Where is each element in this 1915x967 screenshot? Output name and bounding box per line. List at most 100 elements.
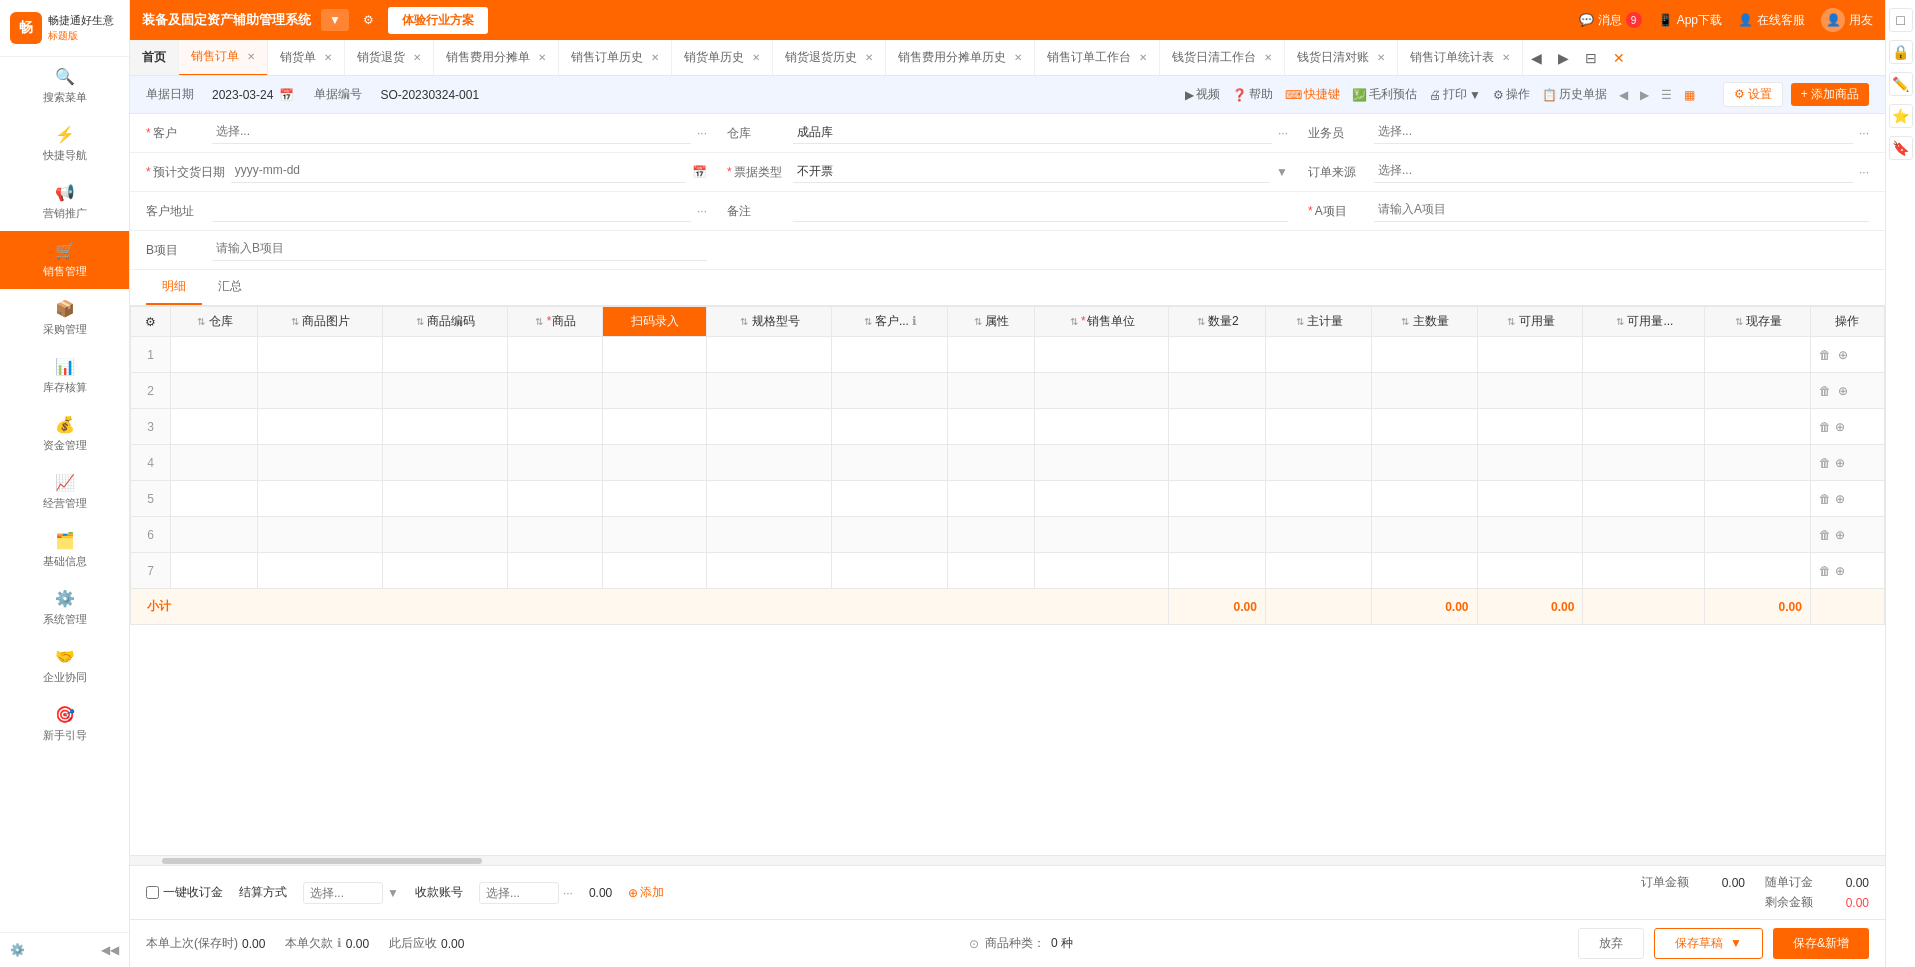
help-link[interactable]: ❓ 帮助 [1232, 86, 1273, 103]
save-draft-button[interactable]: 保存草稿 ▼ [1654, 928, 1763, 959]
invoice-type-value[interactable]: 不开票 [793, 161, 1270, 183]
remarks-input[interactable] [797, 202, 1284, 216]
tab-invoice-history-close[interactable]: ✕ [752, 52, 760, 63]
row-current-1[interactable] [1705, 337, 1811, 373]
column-settings-icon[interactable]: ⚙ [145, 315, 156, 329]
copy-icon-6[interactable]: ⊕ [1835, 528, 1845, 542]
sort-icon-unit[interactable]: ⇅ [1070, 316, 1078, 327]
tab-sales-expense-close[interactable]: ✕ [538, 52, 546, 63]
row-code-1[interactable] [382, 337, 507, 373]
topbar-gear-icon[interactable]: ⚙ [359, 9, 378, 31]
sidebar-item-sales[interactable]: 🛒 销售管理 [0, 231, 129, 289]
delete-icon-7[interactable]: 🗑 [1819, 564, 1831, 578]
tab-sales-invoice-close[interactable]: ✕ [324, 52, 332, 63]
sidebar-item-guide[interactable]: 🎯 新手引导 [0, 695, 129, 753]
order-source-value[interactable] [1374, 161, 1853, 183]
row-code-2[interactable] [382, 373, 507, 409]
sort-icon-custcode[interactable]: ⇅ [864, 316, 872, 327]
tab-sales-stats-close[interactable]: ✕ [1502, 52, 1510, 63]
sidebar-item-enterprise[interactable]: 🤝 企业协同 [0, 637, 129, 695]
col-settings[interactable]: ⚙ [131, 307, 171, 337]
tab-invoice-history[interactable]: 销货单历史 ✕ [672, 40, 773, 76]
collection-more-icon[interactable]: ··· [563, 886, 573, 900]
tab-home[interactable]: 首页 [130, 40, 179, 76]
warehouse-more-icon[interactable]: ··· [1278, 126, 1288, 140]
calendar-icon[interactable]: 📅 [279, 88, 294, 102]
row-qty2-1[interactable] [1168, 337, 1265, 373]
sort-icon-avail2[interactable]: ⇅ [1616, 316, 1624, 327]
remarks-value[interactable] [793, 200, 1288, 222]
delete-icon-6[interactable]: 🗑 [1819, 528, 1831, 542]
delete-icon-4[interactable]: 🗑 [1819, 456, 1831, 470]
row-attrs-1[interactable] [947, 337, 1034, 373]
sidebar-item-search[interactable]: 🔍 搜索菜单 [0, 57, 129, 115]
invoice-type-dropdown-icon[interactable]: ▼ [1276, 165, 1288, 179]
tab-expense-history-close[interactable]: ✕ [1014, 52, 1022, 63]
sort-icon-product[interactable]: ⇅ [535, 316, 543, 327]
delete-icon-3[interactable]: 🗑 [1819, 420, 1831, 434]
row-image-1[interactable] [257, 337, 382, 373]
tab-return-history-close[interactable]: ✕ [865, 52, 873, 63]
warehouse-value[interactable]: 成品库 [793, 122, 1272, 144]
row-unit-1[interactable] [1034, 337, 1168, 373]
collapse-icon[interactable]: ◀◀ [101, 943, 119, 957]
right-tool-3[interactable]: ✏️ [1889, 72, 1913, 96]
tab-sales-expense[interactable]: 销售费用分摊单 ✕ [434, 40, 559, 76]
salesperson-input[interactable] [1378, 124, 1849, 138]
sort-icon-code[interactable]: ⇅ [416, 316, 424, 327]
customer-address-value[interactable] [212, 200, 691, 222]
a-project-input[interactable] [1378, 202, 1865, 216]
address-more-icon[interactable]: ··· [697, 204, 707, 218]
row-custcode-1[interactable] [831, 337, 947, 373]
tab-order-workbench-close[interactable]: ✕ [1139, 52, 1147, 63]
copy-icon-1[interactable]: ⊕ [1838, 348, 1848, 362]
tab-prev-btn[interactable]: ◀ [1523, 40, 1550, 76]
row-avail2-2[interactable] [1583, 373, 1705, 409]
grid-view-icon[interactable]: ▦ [1684, 88, 1695, 102]
right-tool-4[interactable]: ⭐ [1889, 104, 1913, 128]
operate-link[interactable]: ⚙ 操作 [1493, 86, 1530, 103]
order-source-input[interactable] [1378, 163, 1849, 177]
sidebar-item-finance[interactable]: 💰 资金管理 [0, 405, 129, 463]
sidebar-item-purchase[interactable]: 📦 采购管理 [0, 289, 129, 347]
tab-daily-workbench-close[interactable]: ✕ [1264, 52, 1272, 63]
shortcut-link[interactable]: ⌨ 快捷键 [1285, 86, 1340, 103]
sort-icon-warehouse[interactable]: ⇅ [197, 316, 205, 327]
right-tool-5[interactable]: 🔖 [1889, 136, 1913, 160]
row-mainqty-1[interactable] [1371, 337, 1477, 373]
tab-sales-stats[interactable]: 销售订单统计表 ✕ [1398, 40, 1523, 76]
row-unit-2[interactable] [1034, 373, 1168, 409]
payment-method-input[interactable] [303, 882, 383, 904]
right-tool-1[interactable]: □ [1889, 8, 1913, 32]
collection-account-input[interactable] [479, 882, 559, 904]
tab-sales-order-close[interactable]: ✕ [247, 51, 255, 62]
auto-collection-checkbox[interactable]: 一键收订金 [146, 884, 223, 901]
row-warehouse-2[interactable] [171, 373, 258, 409]
sidebar-item-quicknav[interactable]: ⚡ 快捷导航 [0, 115, 129, 173]
app-download-item[interactable]: 📱 App下载 [1658, 12, 1722, 29]
online-service-item[interactable]: 👤 在线客服 [1738, 12, 1805, 29]
history-link[interactable]: 📋 历史单据 [1542, 86, 1607, 103]
row-scan-2[interactable] [603, 373, 707, 409]
table-scrollbar[interactable] [130, 855, 1885, 865]
nav-left-icon[interactable]: ◀ [1619, 88, 1628, 102]
row-spec-1[interactable] [706, 337, 831, 373]
salesperson-value[interactable] [1374, 122, 1853, 144]
b-project-input[interactable] [216, 241, 703, 255]
row-qty2-2[interactable] [1168, 373, 1265, 409]
tab-sales-order[interactable]: 销售订单 ✕ [179, 40, 268, 76]
print-link[interactable]: 🖨 打印 ▼ [1429, 86, 1481, 103]
row-spec-2[interactable] [706, 373, 831, 409]
detail-tab-mingxi[interactable]: 明细 [146, 270, 202, 305]
a-project-value[interactable] [1374, 200, 1869, 222]
sort-icon-qty2[interactable]: ⇅ [1197, 316, 1205, 327]
sidebar-item-operations[interactable]: 📈 经营管理 [0, 463, 129, 521]
list-view-icon[interactable]: ☰ [1661, 88, 1672, 102]
sidebar-item-system[interactable]: ⚙️ 系统管理 [0, 579, 129, 637]
settings-bottom-icon[interactable]: ⚙️ [10, 943, 25, 957]
b-project-value[interactable] [212, 239, 707, 261]
tab-more-btn[interactable]: ⊟ [1577, 40, 1605, 76]
customer-more-icon[interactable]: ··· [697, 126, 707, 140]
order-source-more-icon[interactable]: ··· [1859, 165, 1869, 179]
tab-daily-reconcile-close[interactable]: ✕ [1377, 52, 1385, 63]
